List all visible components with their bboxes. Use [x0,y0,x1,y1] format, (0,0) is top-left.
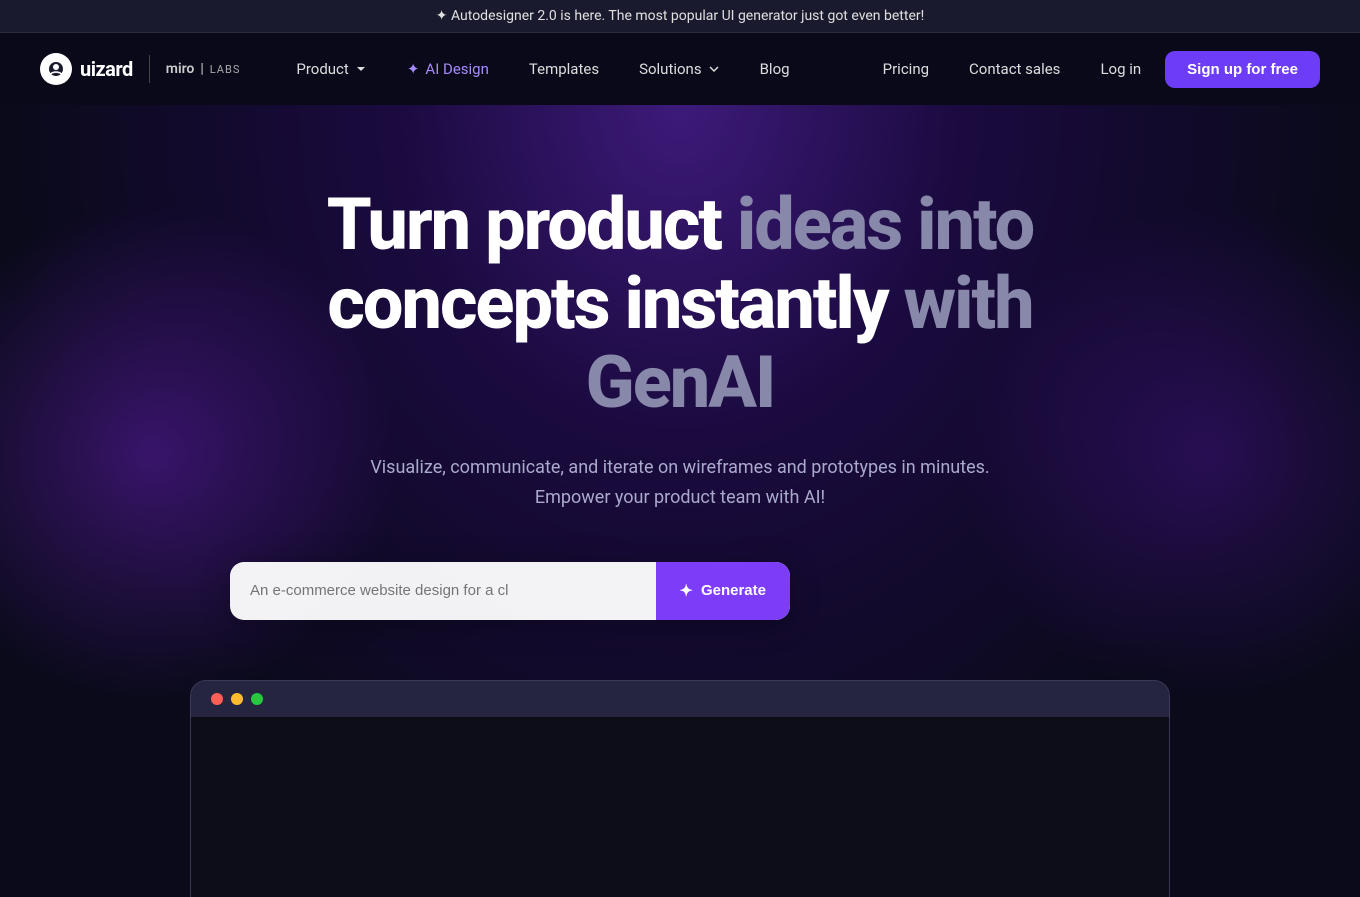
generate-sparkle-icon: ✦ [680,581,693,601]
nav-menu: Product ✦ AI Design Templates Solutions … [280,52,805,86]
chevron-down-icon [355,63,367,75]
generate-input[interactable] [230,562,656,620]
navigation: uizard miro | LABS Product ✦ AI Design T… [0,33,1360,105]
nav-item-blog[interactable]: Blog [744,52,806,86]
generate-button[interactable]: ✦ Generate [656,562,790,620]
uizard-icon [40,53,72,85]
hero-section: Turn product ideas into concepts instant… [0,105,1360,897]
uizard-logo[interactable]: uizard [40,53,133,85]
hero-title-line1: Turn product ideas into [230,185,1130,264]
hero-title-white-2: concepts instantly [327,261,887,346]
app-preview-titlebar [191,681,1169,717]
app-preview [190,680,1170,897]
announcement-bar: ✦ Autodesigner 2.0 is here. The most pop… [0,0,1360,33]
window-minimize-dot [231,693,243,705]
nav-left: uizard miro | LABS Product ✦ AI Design T… [40,52,806,86]
nav-login[interactable]: Log in [1084,52,1157,86]
hero-subtitle: Visualize, communicate, and iterate on w… [340,453,1020,514]
signup-button[interactable]: Sign up for free [1165,51,1320,88]
labs-badge: LABS [210,63,241,76]
ai-sparkle-icon: ✦ [407,60,420,78]
divider-char: | [200,61,203,77]
window-expand-dot [251,693,263,705]
nav-item-product[interactable]: Product [280,52,382,86]
uizard-text: uizard [80,57,133,81]
nav-pricing[interactable]: Pricing [867,52,945,86]
generate-container: ✦ Generate [230,562,790,620]
hero-title-gray-1: ideas into [737,182,1033,267]
hero-title: Turn product ideas into concepts instant… [230,185,1130,423]
nav-contact-sales[interactable]: Contact sales [953,52,1076,86]
announcement-text: ✦ Autodesigner 2.0 is here. The most pop… [436,8,924,24]
logo-divider [149,55,150,83]
miro-text: miro [166,61,195,77]
nav-item-templates[interactable]: Templates [513,52,615,86]
chevron-down-icon [708,63,720,75]
hero-content: Turn product ideas into concepts instant… [230,185,1130,620]
hero-title-white-1: Turn product [327,182,721,267]
logo-container: uizard miro | LABS [40,53,240,85]
app-preview-content [191,717,1169,897]
hero-title-line2: concepts instantly with GenAI [230,264,1130,422]
miro-labs: miro | LABS [166,61,241,77]
nav-right: Pricing Contact sales Log in Sign up for… [867,51,1320,88]
nav-item-ai-design[interactable]: ✦ AI Design [391,52,505,86]
nav-item-solutions[interactable]: Solutions [623,52,736,86]
window-close-dot [211,693,223,705]
